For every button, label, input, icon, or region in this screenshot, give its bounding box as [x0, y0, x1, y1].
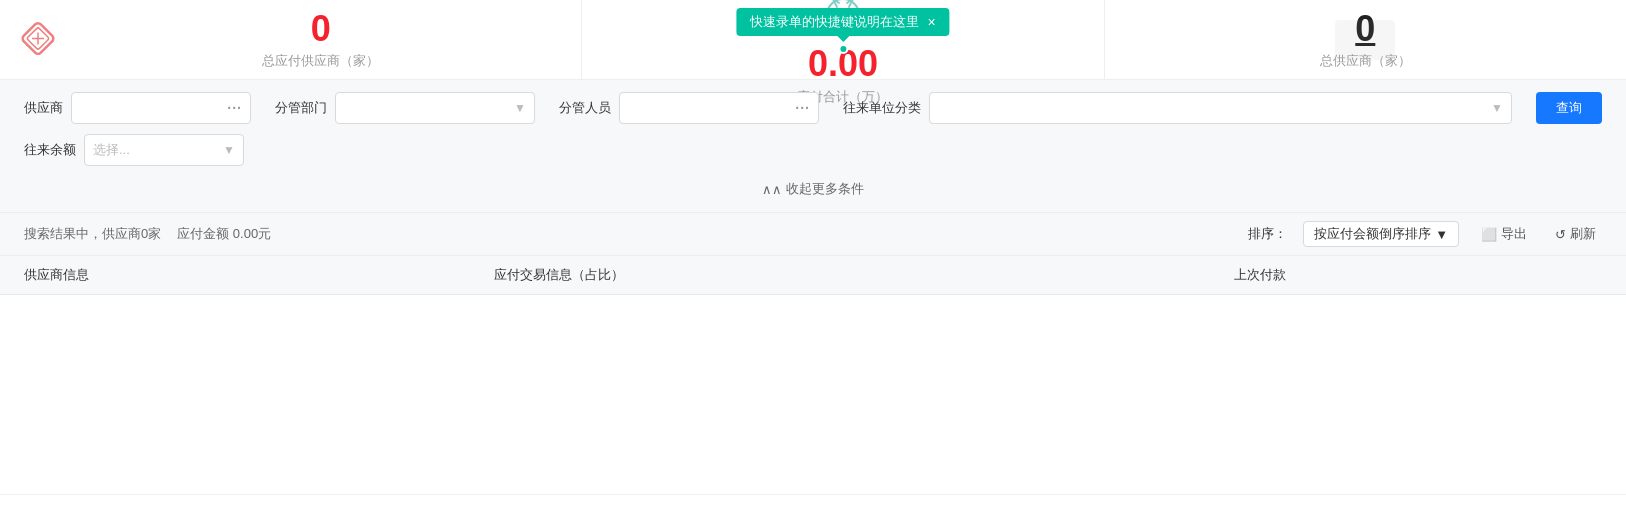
sort-option-label: 按应付会额倒序排序	[1314, 225, 1431, 243]
filter-item-department: 分管部门 ▼	[275, 92, 535, 124]
balance-dropdown-arrow: ▼	[223, 143, 235, 157]
svg-rect-9	[1335, 20, 1395, 60]
filter-row-2: 往来余额 选择... ▼	[24, 134, 1602, 166]
tooltip-close-btn[interactable]: ×	[927, 15, 935, 29]
sort-dropdown-arrow: ▼	[1435, 227, 1448, 242]
export-icon: ⬜	[1481, 227, 1497, 242]
department-input-wrap[interactable]: ▼	[335, 92, 535, 124]
stat-block-payable-total: 快速录单的快捷键说明在这里 × 0.00 应付合计（万）	[582, 0, 1104, 79]
table-container: 供应商信息 应付交易信息（占比） 上次付款	[0, 256, 1626, 495]
collapse-up-icon: ∧∧	[762, 182, 782, 197]
tooltip-balloon: 快速录单的快捷键说明在这里 ×	[736, 8, 949, 36]
stat-block-total-vendors: 0 总供应商（家）	[1105, 0, 1626, 80]
export-button[interactable]: ⬜ 导出	[1475, 223, 1533, 245]
refresh-icon: ↺	[1555, 227, 1566, 242]
export-label: 导出	[1501, 225, 1527, 243]
sort-prefix: 排序：	[1248, 225, 1287, 243]
manager-input-wrap[interactable]: ···	[619, 92, 819, 124]
payable-vendors-label: 总应付供应商（家）	[262, 52, 379, 70]
filter-bar: 供应商 ··· 分管部门 ▼ 分管人员 ··· 往来单位分类 ▼	[0, 80, 1626, 213]
manager-label: 分管人员	[559, 99, 611, 117]
filter-item-manager: 分管人员 ···	[559, 92, 819, 124]
table-header-row: 供应商信息 应付交易信息（占比） 上次付款	[0, 256, 1626, 295]
ghost-bg-icon	[1105, 0, 1626, 80]
tooltip-dot	[838, 44, 848, 54]
sort-dropdown[interactable]: 按应付会额倒序排序 ▼	[1303, 221, 1459, 247]
tooltip-text: 快速录单的快捷键说明在这里	[750, 13, 919, 31]
supplier-input-wrap[interactable]: ···	[71, 92, 251, 124]
department-label: 分管部门	[275, 99, 327, 117]
filter-item-unit-class: 往来单位分类 ▼	[843, 92, 1512, 124]
col-last-payment: 上次付款	[1210, 256, 1626, 295]
payable-vendors-number: 0	[311, 9, 331, 49]
department-dropdown-arrow: ▼	[514, 101, 526, 115]
unit-class-dropdown-arrow: ▼	[1491, 101, 1503, 115]
empty-row	[0, 295, 1626, 495]
refresh-button[interactable]: ↺ 刷新	[1549, 223, 1602, 245]
col-supplier-info: 供应商信息	[0, 256, 470, 295]
refresh-label: 刷新	[1570, 225, 1596, 243]
balance-input-wrap[interactable]: 选择... ▼	[84, 134, 244, 166]
supplier-more-btn[interactable]: ···	[227, 100, 242, 116]
collapse-row: ∧∧ 收起更多条件	[24, 176, 1602, 202]
supplier-label: 供应商	[24, 99, 63, 117]
collapse-label: 收起更多条件	[786, 180, 864, 198]
results-summary: 搜索结果中，供应商0家	[24, 225, 161, 243]
diamond-icon	[16, 16, 60, 63]
right-actions: 排序： 按应付会额倒序排序 ▼ ⬜ 导出 ↺ 刷新	[1248, 221, 1602, 247]
filter-item-balance: 往来余额 选择... ▼	[24, 134, 244, 166]
collapse-button[interactable]: ∧∧ 收起更多条件	[750, 176, 876, 202]
data-table: 供应商信息 应付交易信息（占比） 上次付款	[0, 256, 1626, 495]
balance-label: 往来余额	[24, 141, 76, 159]
balance-placeholder: 选择...	[93, 141, 130, 159]
empty-cell	[0, 295, 1626, 495]
manager-more-btn[interactable]: ···	[795, 100, 810, 116]
results-bar: 搜索结果中，供应商0家 应付金额 0.00元 排序： 按应付会额倒序排序 ▼ ⬜…	[0, 213, 1626, 256]
results-amount: 应付金额 0.00元	[177, 225, 271, 243]
table-body	[0, 295, 1626, 495]
query-button[interactable]: 查询	[1536, 92, 1602, 124]
filter-item-supplier: 供应商 ···	[24, 92, 251, 124]
unit-class-input-wrap[interactable]: ▼	[929, 92, 1512, 124]
col-transaction-info: 应付交易信息（占比）	[470, 256, 1210, 295]
stat-block-payable-vendors: 0 总应付供应商（家）	[0, 0, 582, 79]
stats-bar: 0 总应付供应商（家） 快速录单的快捷键说明在这里 × 0	[0, 0, 1626, 80]
filter-row-1: 供应商 ··· 分管部门 ▼ 分管人员 ··· 往来单位分类 ▼	[24, 92, 1602, 124]
